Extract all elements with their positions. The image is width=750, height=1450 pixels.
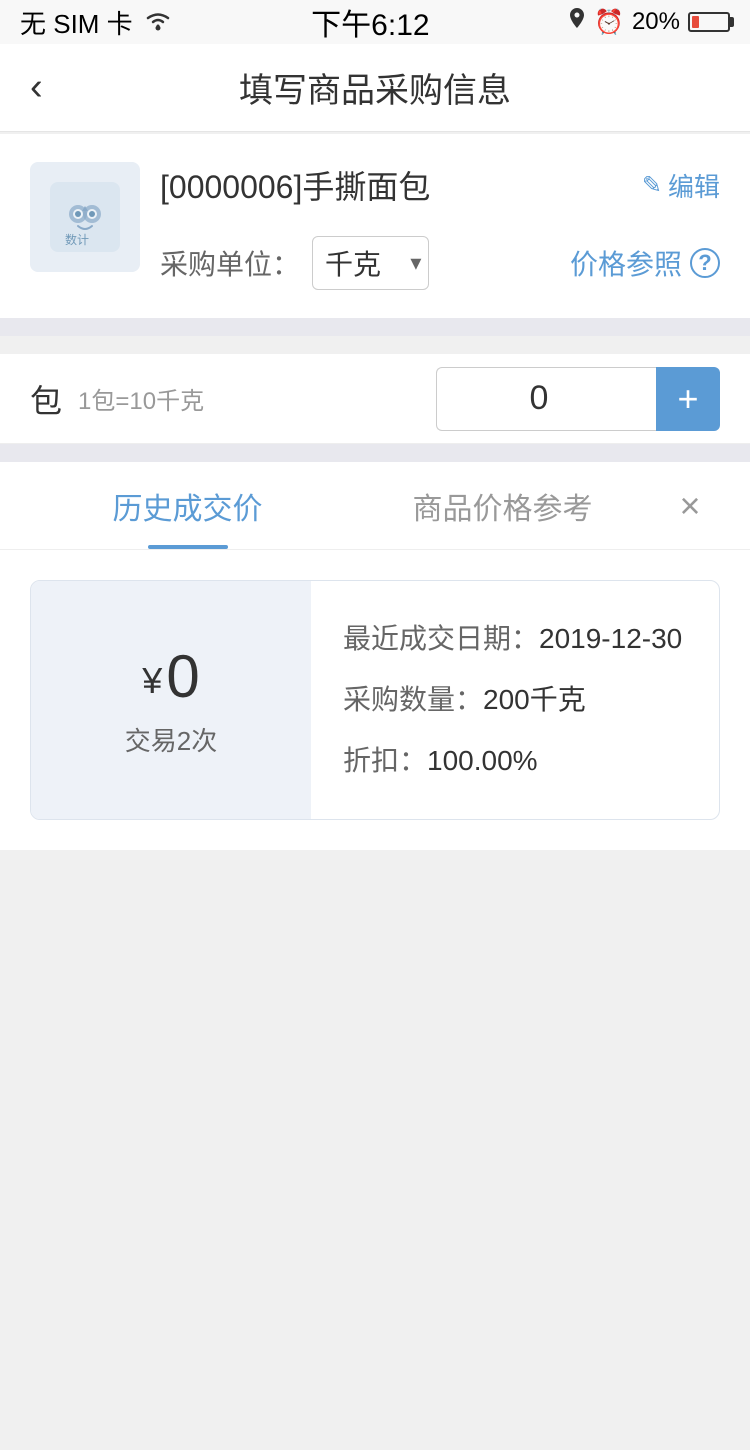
price-trades: 交易2次 <box>125 721 217 758</box>
qty-sub-label: 1包=10千克 <box>78 381 204 416</box>
section-divider-2 <box>0 444 750 462</box>
help-icon: ? <box>690 248 720 278</box>
qty-unit-label: 包 <box>30 376 62 422</box>
tabs-container: 历史成交价 商品价格参考 × <box>0 462 750 550</box>
quantity-plus-button[interactable]: + <box>656 367 720 431</box>
price-card: ¥0 交易2次 最近成交日期：2019-12-30 采购数量：200千克 折扣：… <box>30 580 720 820</box>
location-icon <box>568 8 586 37</box>
unit-select[interactable]: 千克 <box>312 236 429 290</box>
status-right: ⏰ 20% <box>568 8 730 37</box>
back-button[interactable]: ‹ <box>30 56 53 119</box>
quantity-section: 包 1包=10千克 + <box>0 354 750 444</box>
wifi-icon <box>143 7 173 38</box>
price-amount: ¥0 <box>142 642 199 711</box>
alarm-icon: ⏰ <box>594 8 624 37</box>
price-card-section: ¥0 交易2次 最近成交日期：2019-12-30 采购数量：200千克 折扣：… <box>0 550 750 850</box>
price-card-right: 最近成交日期：2019-12-30 采购数量：200千克 折扣：100.00% <box>311 581 719 819</box>
tab-history-price[interactable]: 历史成交价 <box>30 462 345 549</box>
main-content <box>0 850 750 1450</box>
status-bar: 无 SIM 卡 下午6:12 ⏰ 20% <box>0 0 750 44</box>
battery-icon <box>688 12 730 32</box>
quantity-input-wrap: + <box>436 367 720 431</box>
tab-active-indicator <box>148 545 228 549</box>
nav-bar: ‹ 填写商品采购信息 <box>0 44 750 132</box>
carrier-label: 无 SIM 卡 <box>20 4 133 41</box>
quantity-label: 包 1包=10千克 <box>30 376 204 422</box>
currency-symbol: ¥ <box>142 660 162 701</box>
price-ref-button[interactable]: 价格参照 ? <box>570 243 720 283</box>
price-qty-row: 采购数量：200千克 <box>343 678 687 723</box>
unit-select-wrap[interactable]: 千克 <box>312 236 429 290</box>
edit-button[interactable]: ✎ 编辑 <box>642 167 720 204</box>
price-date-row: 最近成交日期：2019-12-30 <box>343 617 687 662</box>
price-discount-row: 折扣：100.00% <box>343 739 687 784</box>
price-value: 0 <box>166 643 199 710</box>
tab-close-button[interactable]: × <box>660 476 720 536</box>
product-image: 数计 <box>30 162 140 272</box>
product-card: 数计 [0000006]手撕面包 ✎ 编辑 采购单位： 千克 <box>0 134 750 318</box>
tab-price-reference[interactable]: 商品价格参考 <box>345 462 660 549</box>
unit-label: 采购单位： <box>160 243 300 283</box>
product-name: [0000006]手撕面包 <box>160 162 430 208</box>
status-left: 无 SIM 卡 <box>20 4 173 41</box>
price-card-left: ¥0 交易2次 <box>31 581 311 819</box>
section-divider <box>0 318 750 336</box>
product-info: [0000006]手撕面包 ✎ 编辑 采购单位： 千克 价格参照 ? <box>160 162 720 290</box>
page-title: 填写商品采购信息 <box>239 63 511 112</box>
battery-percent: 20% <box>632 8 680 36</box>
time-label: 下午6:12 <box>311 0 429 44</box>
svg-text:数计: 数计 <box>65 232 89 247</box>
edit-icon: ✎ <box>642 171 662 200</box>
quantity-input[interactable] <box>436 367 656 431</box>
